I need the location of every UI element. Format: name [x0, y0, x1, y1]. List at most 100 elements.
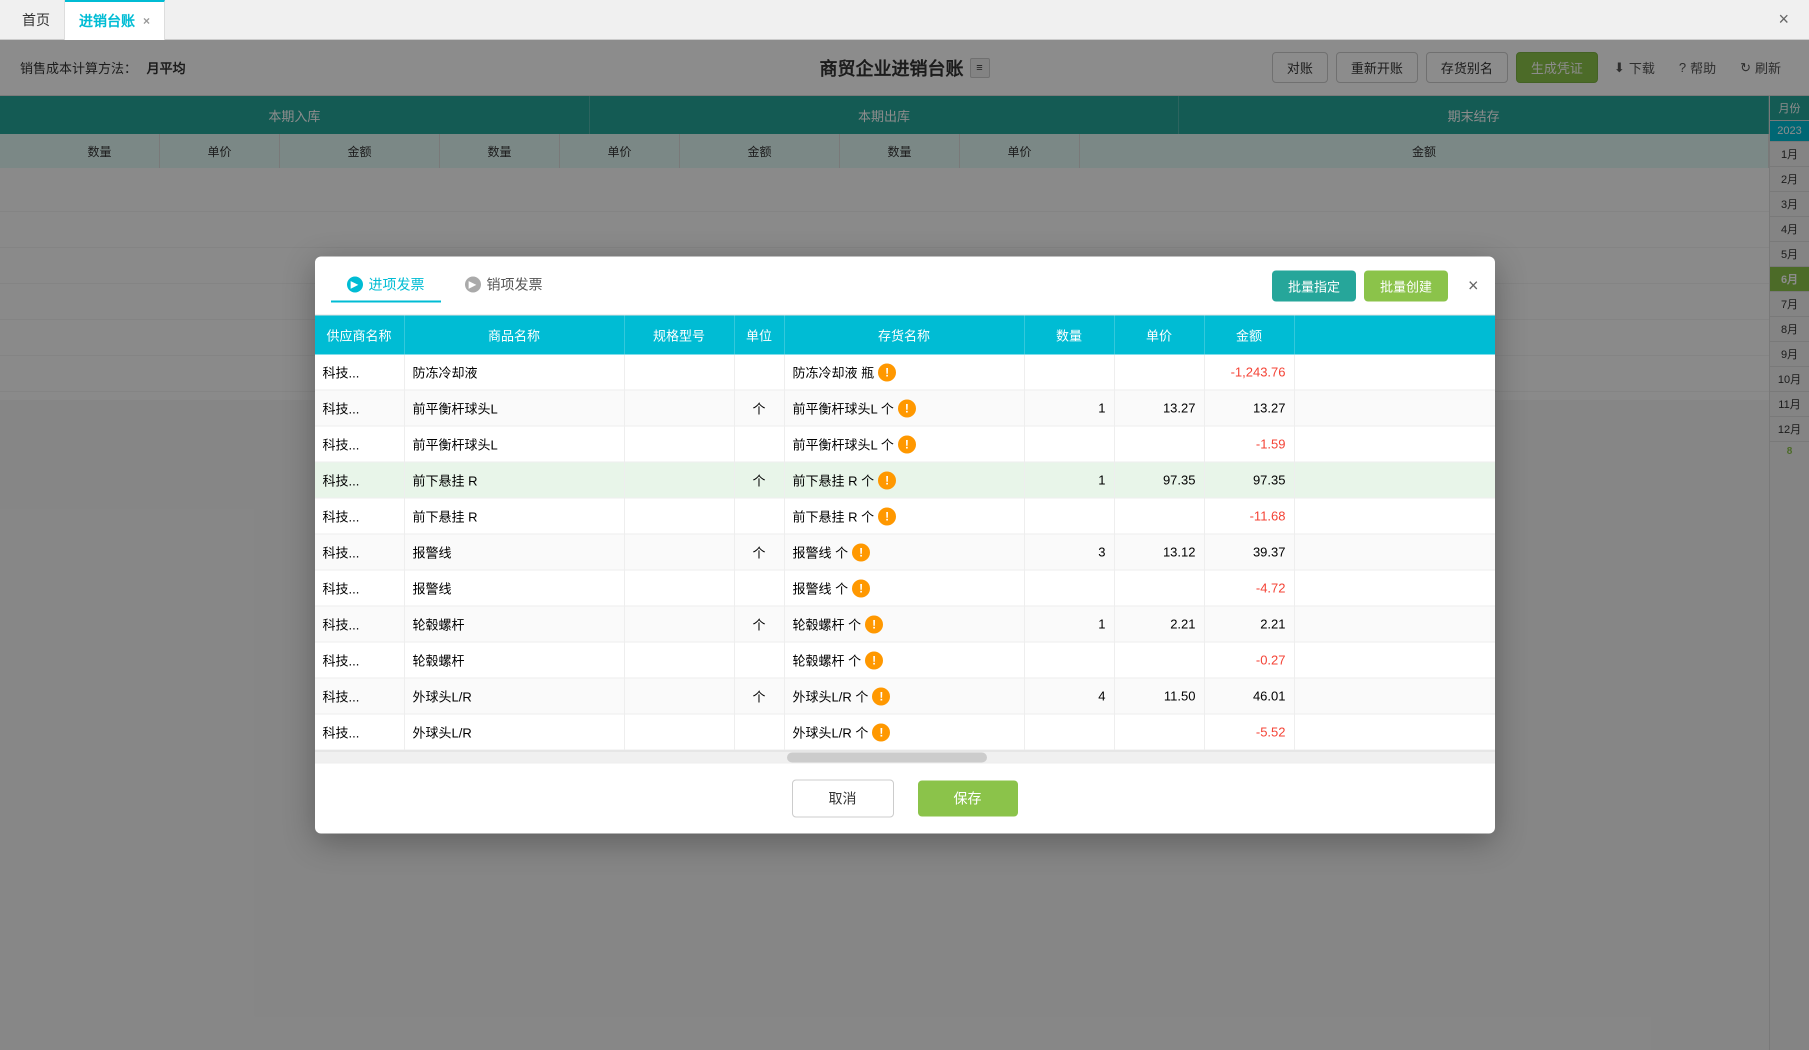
modal-table-body: 科技... 防冻冷却液 防冻冷却液 瓶 ! -1,243.76 科技... 前平… [315, 355, 1495, 751]
tab-outbound-invoice[interactable]: ▶ 销项发票 [449, 269, 559, 303]
tab-bar: 首页 进销台账 × × [0, 0, 1809, 40]
batch-create-button[interactable]: 批量创建 [1364, 270, 1448, 301]
td-inventory: 轮毂螺杆 个 ! [785, 607, 1025, 642]
td-spec [625, 391, 735, 426]
td-supplier: 科技... [315, 571, 405, 606]
td-quantity [1025, 499, 1115, 534]
warning-icon: ! [878, 363, 896, 381]
modal-table-header: 供应商名称 商品名称 规格型号 单位 存货名称 数量 单价 金额 [315, 316, 1495, 355]
warning-icon: ! [878, 507, 896, 525]
th-supplier: 供应商名称 [315, 316, 405, 355]
td-product: 外球头L/R [405, 679, 625, 714]
th-product: 商品名称 [405, 316, 625, 355]
scrollbar-thumb[interactable] [787, 753, 987, 763]
table-scrollbar[interactable] [315, 751, 1495, 763]
td-unit [735, 715, 785, 750]
td-product: 前平衡杆球头L [405, 391, 625, 426]
td-quantity: 1 [1025, 463, 1115, 498]
td-unitprice [1115, 355, 1205, 390]
warning-icon: ! [872, 687, 890, 705]
td-product: 防冻冷却液 [405, 355, 625, 390]
modal-header: ▶ 进项发票 ▶ 销项发票 批量指定 批量创建 × [315, 257, 1495, 316]
td-unitprice: 13.27 [1115, 391, 1205, 426]
td-product: 前平衡杆球头L [405, 427, 625, 462]
table-row: 科技... 前下悬挂 R 前下悬挂 R 个 ! -11.68 [315, 499, 1495, 535]
td-unitprice [1115, 427, 1205, 462]
cancel-button[interactable]: 取消 [792, 780, 894, 818]
td-amount: -5.52 [1205, 715, 1295, 750]
modal-close-button[interactable]: × [1468, 270, 1479, 301]
warning-icon: ! [852, 579, 870, 597]
tab-ledger[interactable]: 进销台账 × [65, 0, 165, 40]
td-quantity [1025, 643, 1115, 678]
td-product: 前下悬挂 R [405, 463, 625, 498]
td-amount: -0.27 [1205, 643, 1295, 678]
td-amount: 39.37 [1205, 535, 1295, 570]
modal-dialog: ▶ 进项发票 ▶ 销项发票 批量指定 批量创建 × 供应商名称 商品名称 规格型… [315, 257, 1495, 834]
tab-ledger-label: 进销台账 [79, 11, 135, 31]
app-close-icon[interactable]: × [1766, 9, 1801, 30]
td-spec [625, 499, 735, 534]
table-row: 科技... 轮毂螺杆 轮毂螺杆 个 ! -0.27 [315, 643, 1495, 679]
td-amount: 97.35 [1205, 463, 1295, 498]
table-row: 科技... 防冻冷却液 防冻冷却液 瓶 ! -1,243.76 [315, 355, 1495, 391]
warning-icon: ! [865, 615, 883, 633]
td-inventory: 外球头L/R 个 ! [785, 715, 1025, 750]
td-inventory: 前平衡杆球头L 个 ! [785, 391, 1025, 426]
td-unitprice: 11.50 [1115, 679, 1205, 714]
table-row: 科技... 外球头L/R 个 外球头L/R 个 ! 4 11.50 46.01 [315, 679, 1495, 715]
td-quantity: 4 [1025, 679, 1115, 714]
td-unit [735, 499, 785, 534]
batch-assign-button[interactable]: 批量指定 [1272, 270, 1356, 301]
tab-home[interactable]: 首页 [8, 0, 65, 40]
td-unit: 个 [735, 607, 785, 642]
td-supplier: 科技... [315, 427, 405, 462]
td-spec [625, 643, 735, 678]
th-inventory: 存货名称 [785, 316, 1025, 355]
td-supplier: 科技... [315, 535, 405, 570]
td-supplier: 科技... [315, 643, 405, 678]
td-supplier: 科技... [315, 607, 405, 642]
th-spec: 规格型号 [625, 316, 735, 355]
table-row: 科技... 前平衡杆球头L 前平衡杆球头L 个 ! -1.59 [315, 427, 1495, 463]
td-quantity [1025, 571, 1115, 606]
save-button[interactable]: 保存 [918, 781, 1018, 817]
table-row: 科技... 前下悬挂 R 个 前下悬挂 R 个 ! 1 97.35 97.35 [315, 463, 1495, 499]
td-quantity [1025, 427, 1115, 462]
td-product: 报警线 [405, 571, 625, 606]
td-spec [625, 427, 735, 462]
modal-table: 供应商名称 商品名称 规格型号 单位 存货名称 数量 单价 金额 科技... 防… [315, 316, 1495, 763]
td-unitprice [1115, 643, 1205, 678]
td-product: 轮毂螺杆 [405, 607, 625, 642]
td-supplier: 科技... [315, 463, 405, 498]
td-quantity [1025, 355, 1115, 390]
th-quantity: 数量 [1025, 316, 1115, 355]
tab-inbound-invoice[interactable]: ▶ 进项发票 [331, 269, 441, 303]
warning-icon: ! [872, 723, 890, 741]
warning-icon: ! [898, 399, 916, 417]
th-unit: 单位 [735, 316, 785, 355]
table-row: 科技... 报警线 报警线 个 ! -4.72 [315, 571, 1495, 607]
td-unitprice [1115, 571, 1205, 606]
app-area: 销售成本计算方法： 月平均 商贸企业进销台账 ≡ 对账 重新开账 存货别名 生成… [0, 40, 1809, 1050]
td-unit [735, 643, 785, 678]
modal-footer: 取消 保存 [315, 763, 1495, 834]
td-inventory: 报警线 个 ! [785, 571, 1025, 606]
td-unitprice: 13.12 [1115, 535, 1205, 570]
warning-icon: ! [878, 471, 896, 489]
td-unit: 个 [735, 679, 785, 714]
td-unitprice: 97.35 [1115, 463, 1205, 498]
td-product: 前下悬挂 R [405, 499, 625, 534]
td-supplier: 科技... [315, 499, 405, 534]
td-supplier: 科技... [315, 391, 405, 426]
td-inventory: 轮毂螺杆 个 ! [785, 643, 1025, 678]
td-quantity [1025, 715, 1115, 750]
table-row: 科技... 外球头L/R 外球头L/R 个 ! -5.52 [315, 715, 1495, 751]
td-inventory: 前下悬挂 R 个 ! [785, 499, 1025, 534]
td-amount: -4.72 [1205, 571, 1295, 606]
warning-icon: ! [865, 651, 883, 669]
outbound-tab-icon: ▶ [465, 277, 481, 293]
table-row: 科技... 报警线 个 报警线 个 ! 3 13.12 39.37 [315, 535, 1495, 571]
tab-close-icon[interactable]: × [143, 14, 150, 28]
td-product: 报警线 [405, 535, 625, 570]
